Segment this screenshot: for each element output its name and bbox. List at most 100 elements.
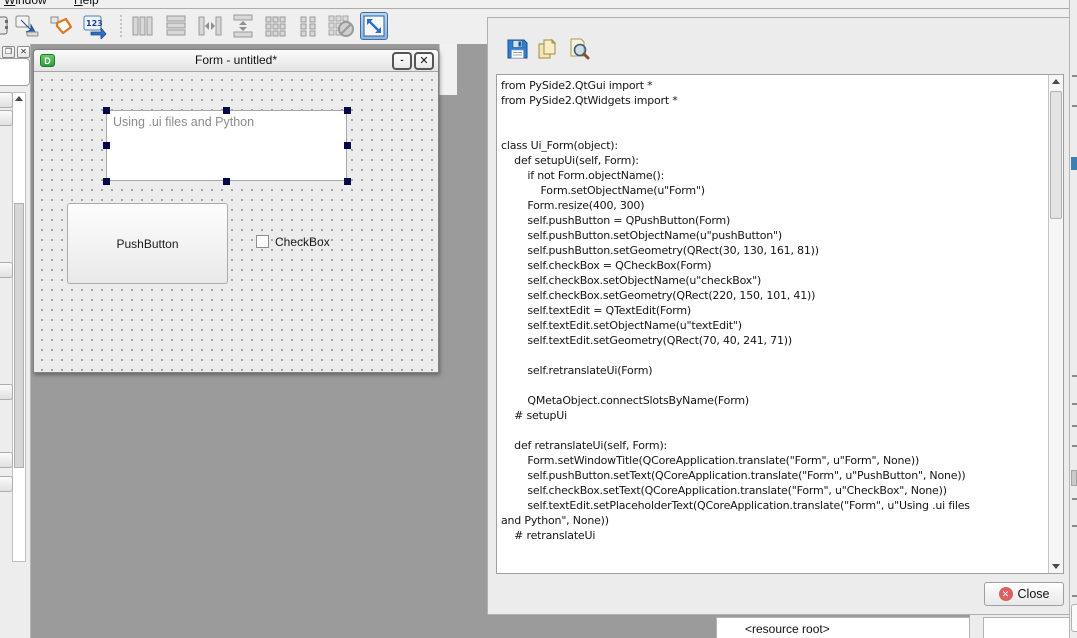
widget-category-item[interactable] [0, 92, 13, 108]
code-line: Form.resize(400, 300) [501, 198, 1046, 213]
svg-text:123: 123 [86, 19, 103, 28]
sliver-selected-item [1071, 157, 1077, 170]
minimize-icon: - [401, 55, 404, 65]
edit-widgets-button[interactable] [0, 12, 12, 40]
widget-category-item[interactable] [0, 262, 13, 278]
adjust-size-button[interactable] [360, 12, 388, 40]
layout-vertical-icon [163, 13, 189, 39]
scrollbar-thumb[interactable] [14, 203, 24, 468]
scrollbar-thumb[interactable] [1050, 91, 1062, 219]
close-button[interactable]: ✕ [414, 52, 434, 70]
code-line: self.checkBox = QCheckBox(Form) [501, 258, 1046, 273]
selection-handle-nw[interactable] [103, 107, 110, 114]
code-line: class Ui_Form(object): [501, 138, 1046, 153]
edit-signals-slots-icon [14, 13, 40, 39]
dock-close-button[interactable]: ✕ [17, 46, 30, 58]
selection-handle-w[interactable] [103, 142, 110, 149]
layout-splitter-horizontal-button[interactable] [196, 12, 224, 40]
layout-splitter-horizontal-icon [197, 13, 223, 39]
checkbox-label: CheckBox [275, 235, 330, 249]
layout-horizontal-button[interactable] [129, 12, 157, 40]
menu-window[interactable]: Window [4, 0, 47, 7]
textedit-widget[interactable]: Using .ui files and Python [106, 110, 347, 181]
code-line: if not Form.objectName(): [501, 168, 1046, 183]
layout-vertical-button[interactable] [162, 12, 190, 40]
qt-designer-screen: Window Help 123 [0, 0, 1077, 638]
edit-widgets-icon [0, 14, 10, 38]
save-button[interactable] [505, 37, 530, 62]
code-line [501, 348, 1046, 363]
code-line: and Python", None)) [501, 513, 1046, 528]
menu-help[interactable]: Help [74, 0, 99, 7]
pushbutton-widget[interactable]: PushButton [67, 203, 228, 284]
code-line: self.textEdit = QTextEdit(Form) [501, 303, 1046, 318]
code-line: self.textEdit.setGeometry(QRect(70, 40, … [501, 333, 1046, 348]
edit-tab-order-button[interactable]: 123 [80, 12, 108, 40]
selection-handle-s[interactable] [223, 178, 230, 185]
code-scrollbar[interactable] [1048, 75, 1063, 573]
code-line: Form.setObjectName(u"Form") [501, 183, 1046, 198]
save-icon [505, 37, 529, 61]
close-icon: ✕ [999, 587, 1013, 601]
code-line: self.textEdit.setObjectName(u"textEdit") [501, 318, 1046, 333]
code-line [501, 123, 1046, 138]
selection-handle-n[interactable] [223, 107, 230, 114]
code-line: self.textEdit.setPlaceholderText(QCoreAp… [501, 498, 1046, 513]
copy-icon [535, 37, 560, 62]
code-line: from PySide2.QtWidgets import * [501, 93, 1046, 108]
menu-bar: Window Help [0, 0, 1077, 9]
checkbox-indicator[interactable] [256, 235, 269, 248]
layout-splitter-vertical-icon [230, 13, 256, 39]
code-preview-dialog: from PySide2.QtGui import *from PySide2.… [487, 17, 1070, 615]
code-line: Form.setWindowTitle(QCoreApplication.tra… [501, 453, 1046, 468]
layout-form-button[interactable] [295, 12, 323, 40]
checkbox-widget[interactable]: CheckBox [256, 221, 357, 262]
code-line: self.retranslateUi(Form) [501, 363, 1046, 378]
scroll-up-icon [15, 96, 23, 101]
widget-category-item[interactable] [0, 110, 13, 126]
code-line: def setupUi(self, Form): [501, 153, 1046, 168]
edit-buddies-icon [48, 13, 74, 39]
resource-root-item[interactable]: <resource root> [745, 622, 830, 636]
edit-buddies-button[interactable] [47, 12, 75, 40]
form-window-title: Form - untitled* [34, 53, 438, 67]
selection-handle-sw[interactable] [103, 178, 110, 185]
code-line [501, 378, 1046, 393]
code-line [501, 423, 1046, 438]
widget-category-item[interactable] [0, 452, 13, 468]
form-designer-window: D Form - untitled* - ✕ Using .ui files a… [33, 49, 439, 373]
code-line: self.checkBox.setText(QCoreApplication.t… [501, 483, 1046, 498]
code-line [501, 108, 1046, 123]
form-window-titlebar[interactable]: D Form - untitled* - ✕ [34, 50, 438, 72]
code-textedit[interactable]: from PySide2.QtGui import *from PySide2.… [496, 74, 1064, 574]
layout-grid-icon [263, 13, 289, 39]
code-text: from PySide2.QtGui import *from PySide2.… [501, 78, 1046, 571]
layout-grid-button[interactable] [262, 12, 290, 40]
layout-splitter-vertical-button[interactable] [229, 12, 257, 40]
copy-button[interactable] [535, 37, 560, 62]
dock-float-button[interactable]: ❐ [2, 46, 15, 58]
break-layout-button[interactable] [327, 12, 355, 40]
minimize-button[interactable]: - [392, 52, 412, 70]
widget-box-dock: ❐ ✕ [0, 44, 31, 638]
scroll-down-icon[interactable] [1052, 564, 1060, 569]
code-line: self.pushButton.setObjectName(u"pushButt… [501, 228, 1046, 243]
selection-handle-se[interactable] [344, 178, 351, 185]
find-icon [567, 37, 592, 62]
scroll-up-icon[interactable] [1052, 79, 1060, 84]
textedit-placeholder: Using .ui files and Python [113, 115, 254, 129]
dialog-close-button[interactable]: ✕ Close [984, 582, 1064, 606]
selection-handle-e[interactable] [344, 142, 351, 149]
widget-category-item[interactable] [0, 476, 13, 492]
selection-handle-ne[interactable] [344, 107, 351, 114]
widget-category-item[interactable] [0, 384, 13, 400]
edit-signals-slots-button[interactable] [13, 12, 41, 40]
code-line: def retranslateUi(self, Form): [501, 438, 1046, 453]
widget-box-scrollbar[interactable] [12, 92, 26, 562]
widget-filter-input[interactable] [0, 58, 30, 86]
close-icon: ✕ [20, 47, 27, 56]
resource-browser-panel: <resource root> [716, 617, 970, 638]
find-button[interactable] [567, 37, 592, 62]
break-layout-icon [327, 13, 355, 39]
code-line: self.checkBox.setGeometry(QRect(220, 150… [501, 288, 1046, 303]
